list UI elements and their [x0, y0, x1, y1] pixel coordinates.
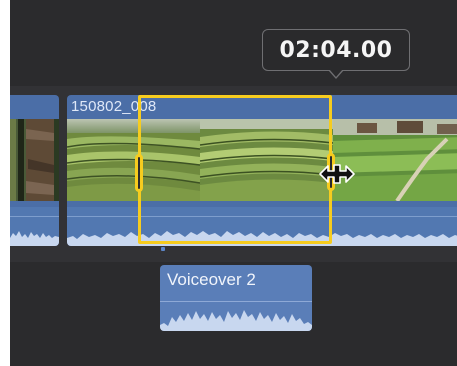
voiceover-waveform — [160, 310, 312, 331]
clip-filmstrip — [10, 119, 59, 201]
previous-video-clip[interactable] — [10, 95, 59, 246]
range-start-handle[interactable] — [135, 154, 143, 192]
timecode-tooltip: 02:04.00 — [262, 29, 410, 71]
range-selection[interactable] — [135, 95, 335, 244]
clip-audio-waveform — [10, 207, 59, 246]
resize-horizontal-cursor-icon — [319, 164, 355, 184]
timeline-area: 150802_008 02:04.00 Voiceover 2 — [10, 0, 457, 366]
skimmer-marker — [161, 247, 165, 251]
clip-thumbnail — [10, 119, 59, 201]
voiceover-audio-clip[interactable]: Voiceover 2 — [160, 265, 312, 331]
